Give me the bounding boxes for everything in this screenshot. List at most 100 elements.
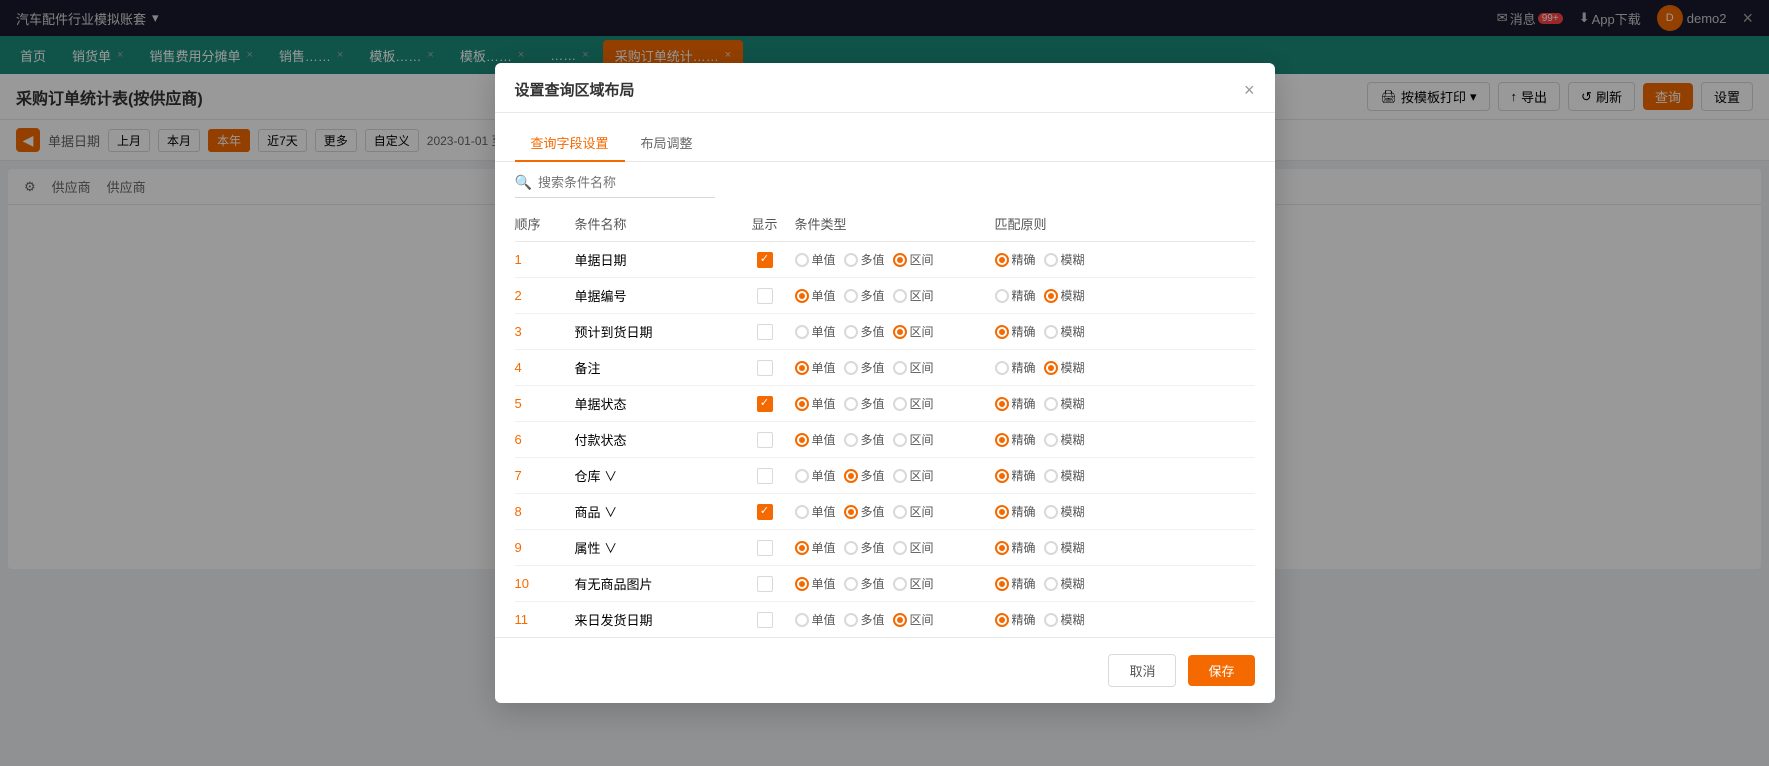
row-show-9[interactable] (735, 540, 795, 556)
row-match-7: 精确模糊 (995, 467, 1195, 484)
type-radio-10-1[interactable]: 多值 (844, 575, 885, 592)
checkbox-3[interactable] (757, 324, 773, 340)
type-radio-5-1[interactable]: 多值 (844, 395, 885, 412)
radio-circle (893, 505, 907, 519)
match-radio-4-0[interactable]: 精确 (995, 359, 1036, 376)
type-radio-7-2[interactable]: 区间 (893, 467, 934, 484)
row-show-3[interactable] (735, 324, 795, 340)
checkbox-2[interactable] (757, 288, 773, 304)
match-radio-1-0[interactable]: 精确 (995, 251, 1036, 268)
type-radio-4-0[interactable]: 单值 (795, 359, 836, 376)
radio-label: 精确 (1012, 467, 1036, 484)
type-radio-11-2[interactable]: 区间 (893, 611, 934, 628)
checkbox-8[interactable] (757, 504, 773, 520)
row-show-8[interactable] (735, 504, 795, 520)
row-show-5[interactable] (735, 396, 795, 412)
row-type-8: 单值多值区间 (795, 503, 995, 520)
type-radio-5-0[interactable]: 单值 (795, 395, 836, 412)
checkbox-1[interactable] (757, 252, 773, 268)
type-radio-3-1[interactable]: 多值 (844, 323, 885, 340)
row-show-1[interactable] (735, 252, 795, 268)
checkbox-4[interactable] (757, 360, 773, 376)
match-radio-10-0[interactable]: 精确 (995, 575, 1036, 592)
checkbox-7[interactable] (757, 468, 773, 484)
type-radio-8-2[interactable]: 区间 (893, 503, 934, 520)
type-radio-7-0[interactable]: 单值 (795, 467, 836, 484)
radio-label: 精确 (1012, 503, 1036, 520)
match-radio-8-1[interactable]: 模糊 (1044, 503, 1085, 520)
radio-circle (995, 361, 1009, 375)
type-radio-10-0[interactable]: 单值 (795, 575, 836, 592)
radio-label: 多值 (861, 431, 885, 448)
checkbox-5[interactable] (757, 396, 773, 412)
type-radio-6-1[interactable]: 多值 (844, 431, 885, 448)
type-radio-9-2[interactable]: 区间 (893, 539, 934, 556)
match-radio-11-0[interactable]: 精确 (995, 611, 1036, 628)
row-show-6[interactable] (735, 432, 795, 448)
dialog-tab-fields-label: 查询字段设置 (531, 136, 609, 151)
type-radio-5-2[interactable]: 区间 (893, 395, 934, 412)
match-radio-6-0[interactable]: 精确 (995, 431, 1036, 448)
type-radio-4-2[interactable]: 区间 (893, 359, 934, 376)
match-radio-9-1[interactable]: 模糊 (1044, 539, 1085, 556)
row-name-11: 来日发货日期 (575, 610, 735, 629)
row-show-10[interactable] (735, 576, 795, 592)
type-radio-8-1[interactable]: 多值 (844, 503, 885, 520)
row-show-4[interactable] (735, 360, 795, 376)
row-show-7[interactable] (735, 468, 795, 484)
save-btn[interactable]: 保存 (1188, 655, 1254, 686)
type-radio-6-0[interactable]: 单值 (795, 431, 836, 448)
header-type: 条件类型 (795, 214, 995, 233)
row-order-3: 3 (515, 324, 575, 339)
order-number: 8 (515, 504, 522, 519)
dialog-close-btn[interactable]: × (1244, 81, 1255, 99)
dialog-tab-layout[interactable]: 布局调整 (625, 125, 709, 162)
row-type-3: 单值多值区间 (795, 323, 995, 340)
match-radio-7-0[interactable]: 精确 (995, 467, 1036, 484)
match-radio-10-1[interactable]: 模糊 (1044, 575, 1085, 592)
type-radio-3-2[interactable]: 区间 (893, 323, 934, 340)
match-radio-6-1[interactable]: 模糊 (1044, 431, 1085, 448)
match-radio-4-1[interactable]: 模糊 (1044, 359, 1085, 376)
checkbox-6[interactable] (757, 432, 773, 448)
match-radio-7-1[interactable]: 模糊 (1044, 467, 1085, 484)
match-radio-5-0[interactable]: 精确 (995, 395, 1036, 412)
type-radio-11-1[interactable]: 多值 (844, 611, 885, 628)
type-radio-1-0[interactable]: 单值 (795, 251, 836, 268)
row-order-2: 2 (515, 288, 575, 303)
match-radio-1-1[interactable]: 模糊 (1044, 251, 1085, 268)
type-radio-4-1[interactable]: 多值 (844, 359, 885, 376)
type-radio-2-0[interactable]: 单值 (795, 287, 836, 304)
type-radio-2-2[interactable]: 区间 (893, 287, 934, 304)
type-radio-10-2[interactable]: 区间 (893, 575, 934, 592)
type-radio-9-0[interactable]: 单值 (795, 539, 836, 556)
checkbox-11[interactable] (757, 612, 773, 628)
search-input[interactable] (538, 175, 698, 190)
type-radio-2-1[interactable]: 多值 (844, 287, 885, 304)
match-radio-5-1[interactable]: 模糊 (1044, 395, 1085, 412)
type-radio-9-1[interactable]: 多值 (844, 539, 885, 556)
checkbox-10[interactable] (757, 576, 773, 592)
match-radio-3-0[interactable]: 精确 (995, 323, 1036, 340)
type-radio-1-2[interactable]: 区间 (893, 251, 934, 268)
cancel-btn[interactable]: 取消 (1108, 654, 1176, 687)
match-radio-3-1[interactable]: 模糊 (1044, 323, 1085, 340)
row-show-2[interactable] (735, 288, 795, 304)
match-radio-8-0[interactable]: 精确 (995, 503, 1036, 520)
type-radio-3-0[interactable]: 单值 (795, 323, 836, 340)
type-radio-11-0[interactable]: 单值 (795, 611, 836, 628)
checkbox-9[interactable] (757, 540, 773, 556)
radio-label: 区间 (910, 359, 934, 376)
row-order-9: 9 (515, 540, 575, 555)
type-radio-1-1[interactable]: 多值 (844, 251, 885, 268)
type-radio-6-2[interactable]: 区间 (893, 431, 934, 448)
type-radio-8-0[interactable]: 单值 (795, 503, 836, 520)
row-show-11[interactable] (735, 612, 795, 628)
type-radio-7-1[interactable]: 多值 (844, 467, 885, 484)
dialog-tab-fields[interactable]: 查询字段设置 (515, 125, 625, 162)
match-radio-2-1[interactable]: 模糊 (1044, 287, 1085, 304)
match-radio-2-0[interactable]: 精确 (995, 287, 1036, 304)
match-radio-9-0[interactable]: 精确 (995, 539, 1036, 556)
match-radio-11-1[interactable]: 模糊 (1044, 611, 1085, 628)
radio-label: 精确 (1012, 575, 1036, 592)
